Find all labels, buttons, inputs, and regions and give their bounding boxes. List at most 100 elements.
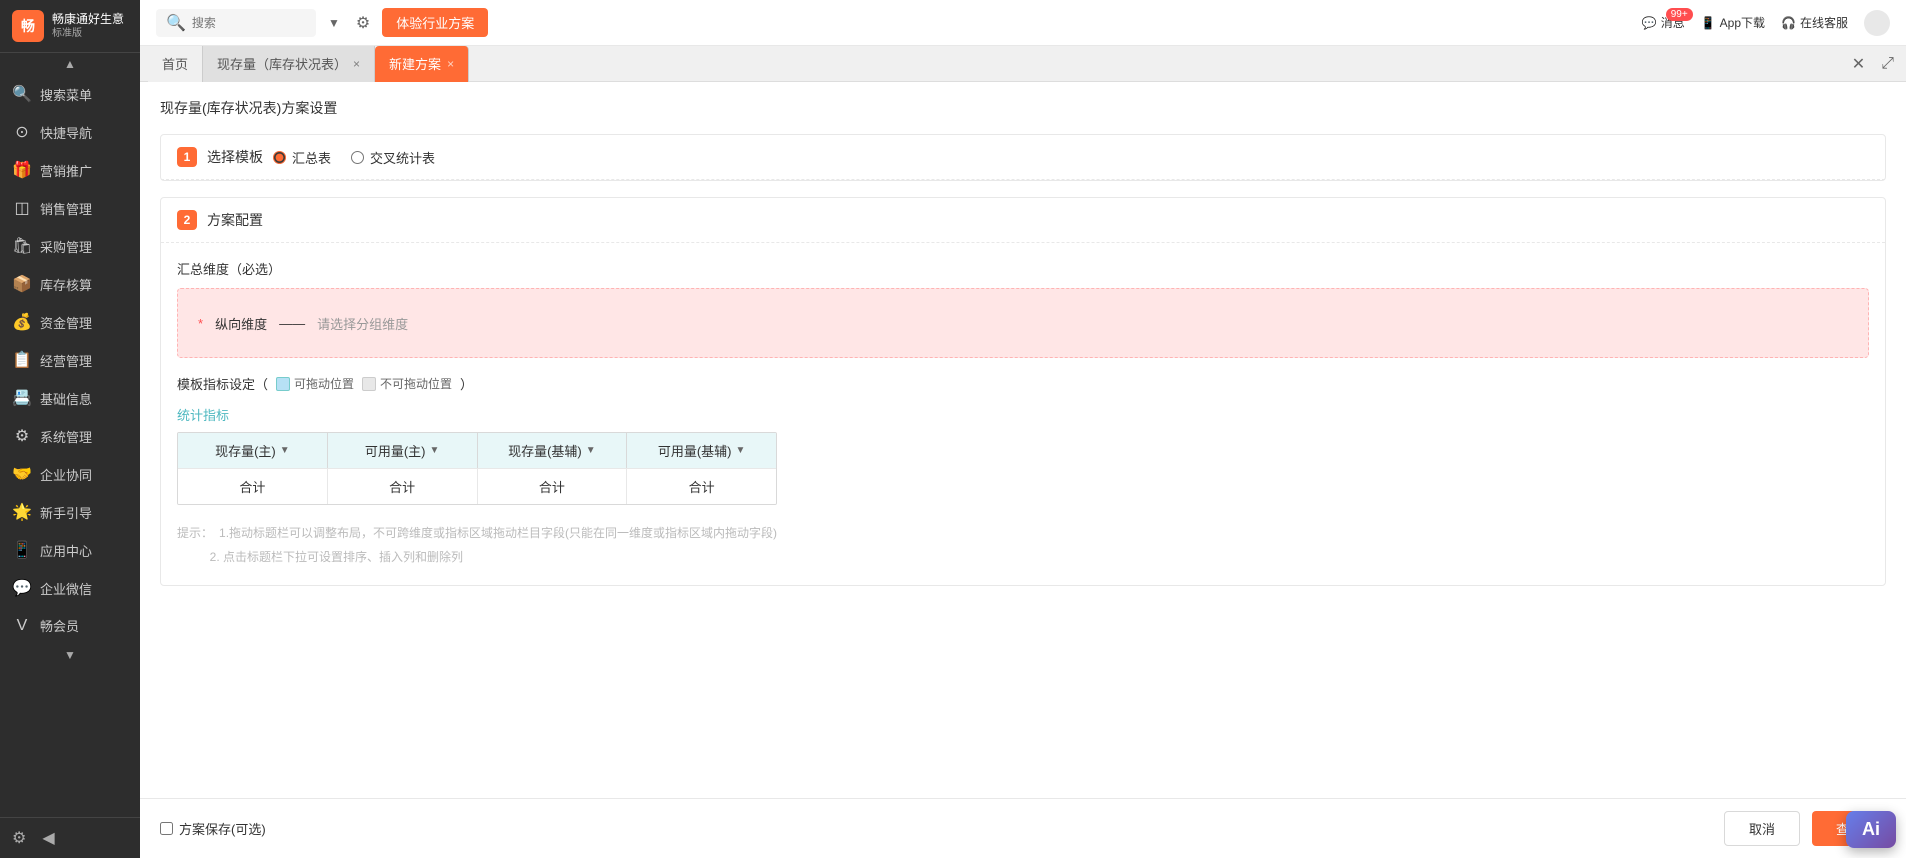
col-header-3[interactable]: 可用量(基辅) ▼ [627,433,776,468]
finance-icon: 💰 [12,312,32,332]
sidebar-logo: 畅 畅康通好生意 标准版 [0,0,140,53]
sidebar-item-enterprise[interactable]: 🤝 企业协同 [0,455,140,493]
topbar-search-box[interactable]: 🔍 [156,9,316,37]
sidebar-item-basic-info[interactable]: 📇 基础信息 [0,379,140,417]
sidebar: 畅 畅康通好生意 标准版 ▲ 🔍 搜索菜单 ⊙ 快捷导航 🎁 营销推广 ◫ 销售… [0,0,140,858]
tab-home[interactable]: 首页 [148,46,203,82]
page-inner: 现存量(库存状况表)方案设置 1 选择模板 汇总表 交叉统计表 [140,82,1906,798]
dimension-placeholder: 请选择分组维度 [317,314,408,333]
radio-summary-input[interactable] [273,151,286,164]
tab-new-scheme[interactable]: 新建方案 × [375,46,469,82]
radio-summary[interactable]: 汇总表 [273,148,331,167]
col-header-0[interactable]: 现存量(主) ▼ [178,433,328,468]
trial-btn[interactable]: 体验行业方案 [382,8,488,37]
sidebar-scroll-down[interactable]: ▼ [0,644,140,666]
cell-2: 合计 [478,469,628,504]
app-center-icon: 📱 [12,540,32,560]
app-download-icon: 📱 [1701,16,1716,30]
close-inventory-tab-icon[interactable]: × [353,57,360,71]
tabbar-right: ✕ ⤢ [1848,54,1898,74]
draggable-legend-box [276,377,290,391]
settings-icon[interactable]: ⚙ [12,828,26,848]
template-radio-group: 汇总表 交叉统计表 [273,148,435,167]
indicator-settings: 模板指标设定（ 可拖动位置 不可拖动位置 ） [177,374,1869,569]
radio-crosstab[interactable]: 交叉统计表 [351,148,435,167]
save-option[interactable]: 方案保存(可选) [160,819,266,838]
app-logo-icon: 畅 [12,10,44,42]
sidebar-item-new-guide[interactable]: 🌟 新手引导 [0,493,140,531]
tip-2: 2. 点击标题栏下拉可设置排序、插入列和删除列 [177,545,1869,569]
audio-icon[interactable]: ◀ [42,828,54,848]
sidebar-item-quick-nav[interactable]: ⊙ 快捷导航 [0,113,140,151]
user-avatar-btn[interactable] [1864,10,1890,36]
step1-badge: 1 [177,147,197,167]
vip-icon: V [12,617,32,635]
col-header-1[interactable]: 可用量(主) ▼ [328,433,478,468]
cancel-button[interactable]: 取消 [1724,811,1800,846]
step1-section: 1 选择模板 汇总表 交叉统计表 [160,134,1886,181]
step2-header: 2 方案配置 [161,198,1885,243]
sidebar-search[interactable]: 🔍 搜索菜单 [0,75,140,113]
dimension-label: 汇总维度（必选） [177,259,1869,278]
tab-inventory-status[interactable]: 现存量（库存状况表） × [203,46,375,82]
sidebar-item-operations[interactable]: 📋 经营管理 [0,341,140,379]
step2-title: 方案配置 [207,210,263,230]
message-icon: 💬 [1642,16,1657,30]
stats-section-label: 统计指标 [177,405,1869,424]
stats-table-row: 合计 合计 合计 合计 [178,468,776,504]
sidebar-item-finance[interactable]: 💰 资金管理 [0,303,140,341]
app-download-btn[interactable]: 📱 App下载 [1701,14,1765,31]
dropdown-chevron-icon: ▼ [328,16,340,30]
purchase-icon: 🛍 [12,236,32,256]
bottom-bar: 方案保存(可选) 取消 查询 [140,798,1906,858]
col-chevron-0: ▼ [280,445,290,456]
dimension-dash: —— [279,316,305,331]
sidebar-scroll-up[interactable]: ▲ [0,53,140,75]
cell-1: 合计 [328,469,478,504]
wechat-icon: 💬 [12,578,32,598]
sidebar-bottom: ⚙ ◀ [0,817,140,858]
headset-icon: 🎧 [1781,16,1796,30]
tabbar: 首页 现存量（库存状况表） × 新建方案 × ✕ ⤢ [140,46,1906,82]
dimension-box[interactable]: * 纵向维度 —— 请选择分组维度 [177,288,1869,358]
sidebar-item-marketing[interactable]: 🎁 营销推广 [0,151,140,189]
col-chevron-3: ▼ [736,445,746,456]
sidebar-item-system[interactable]: ⚙ 系统管理 [0,417,140,455]
app-name: 畅康通好生意 标准版 [52,12,124,41]
close-new-scheme-tab-icon[interactable]: × [447,57,454,71]
sidebar-item-sales[interactable]: ◫ 销售管理 [0,189,140,227]
save-option-checkbox[interactable] [160,822,173,835]
new-guide-icon: 🌟 [12,502,32,522]
topbar-search-input[interactable] [192,16,306,30]
message-badge: 99+ [1666,8,1693,21]
ai-float-button[interactable]: Ai [1846,811,1896,848]
sidebar-item-wechat[interactable]: 💬 企业微信 [0,569,140,607]
non-draggable-legend-box [362,377,376,391]
quick-nav-icon: ⊙ [12,122,32,142]
topbar-right: 💬 消息 99+ 📱 App下载 🎧 在线客服 [1642,10,1890,36]
tab-close-btn[interactable]: ✕ [1848,54,1869,74]
messages-btn[interactable]: 💬 消息 99+ [1642,14,1685,31]
sidebar-item-app-center[interactable]: 📱 应用中心 [0,531,140,569]
topbar-gear-icon[interactable]: ⚙ [356,13,370,33]
tip-1: 提示： 1.拖动标题栏可以调整布局，不可跨维度或指标区域拖动栏目字段(只能在同一… [177,521,1869,545]
tips-section: 提示： 1.拖动标题栏可以调整布局，不可跨维度或指标区域拖动栏目字段(只能在同一… [177,521,1869,569]
legend-non-draggable: 不可拖动位置 [362,375,452,392]
basic-info-icon: 📇 [12,388,32,408]
sidebar-item-purchase[interactable]: 🛍 采购管理 [0,227,140,265]
marketing-icon: 🎁 [12,160,32,180]
step2-section: 2 方案配置 汇总维度（必选） * 纵向维度 —— 请选择分组维度 [160,197,1886,586]
sidebar-item-vip[interactable]: V 畅会员 [0,607,140,644]
online-service-btn[interactable]: 🎧 在线客服 [1781,14,1848,31]
stats-table: 现存量(主) ▼ 可用量(主) ▼ 现存量(基辅) ▼ [177,432,777,505]
tab-expand-btn[interactable]: ⤢ [1877,55,1898,73]
indicator-settings-label: 模板指标设定（ 可拖动位置 不可拖动位置 ） [177,374,1869,393]
search-icon: 🔍 [12,84,32,104]
col-header-2[interactable]: 现存量(基辅) ▼ [478,433,628,468]
enterprise-icon: 🤝 [12,464,32,484]
cell-0: 合计 [178,469,328,504]
cell-3: 合计 [627,469,776,504]
sidebar-item-inventory[interactable]: 📦 库存核算 [0,265,140,303]
radio-crosstab-input[interactable] [351,151,364,164]
topbar-dropdown[interactable]: ▼ [328,16,340,30]
